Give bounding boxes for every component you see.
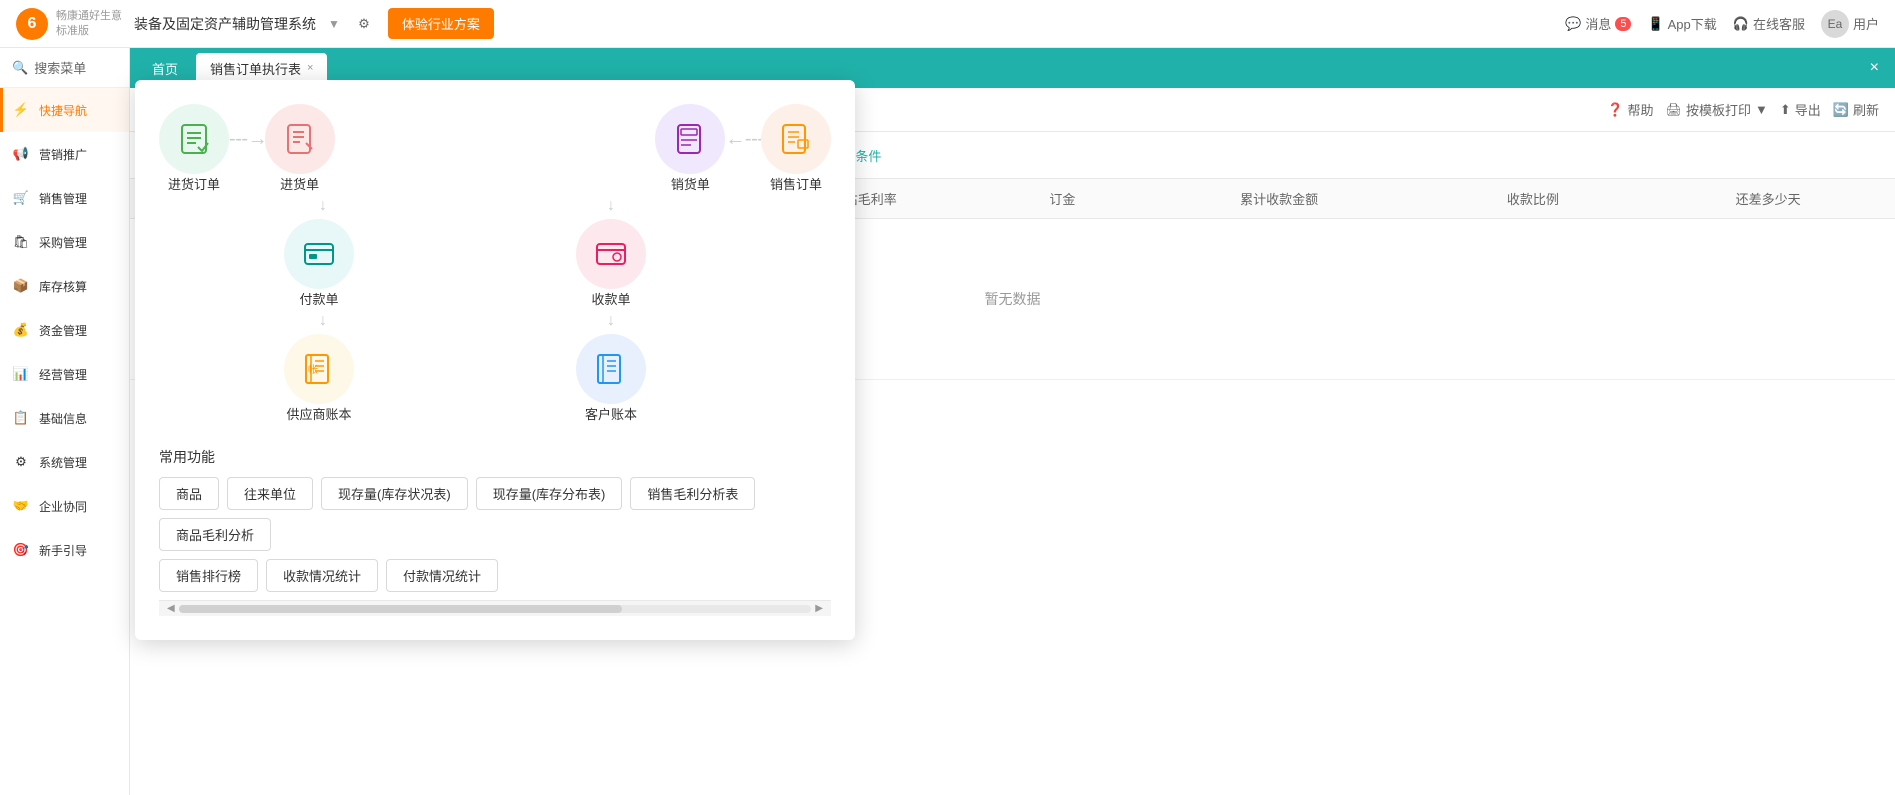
func-btn-sales-rank[interactable]: 销售排行榜 — [159, 559, 258, 592]
scroll-right-icon[interactable]: ▶ — [811, 603, 827, 614]
sales-order-label: 销售订单 — [770, 174, 822, 193]
supplier-ledger-label: 供应商账本 — [286, 404, 351, 423]
payment-circle[interactable] — [284, 219, 354, 289]
arrow2: ← - - - — [725, 104, 761, 151]
receipt-label: 收款单 — [591, 289, 630, 308]
func-btn-supplier[interactable]: 往来单位 — [227, 477, 313, 510]
flow-col-customer-ledger: 客户账本 — [571, 334, 651, 423]
flow-col-sales-order: 销售订单 — [761, 104, 831, 193]
scroll-left-icon[interactable]: ◀ — [163, 603, 179, 614]
supplier-ledger-circle[interactable]: 帐 — [284, 334, 354, 404]
down-arrow-payment: ↓ — [279, 312, 359, 330]
flow-col-receipt: 收款单 — [571, 219, 651, 308]
modal-overlay: 进货订单 - - - → 进货单 — [0, 0, 1895, 795]
sales-order-circle[interactable] — [761, 104, 831, 174]
purchase-order-label: 进货订单 — [168, 174, 220, 193]
sales-bill-circle[interactable] — [655, 104, 725, 174]
purchase-bill-label: 进货单 — [280, 174, 319, 193]
down-arrow-purchase: ↓ — [279, 197, 359, 215]
sales-bill-label: 销货单 — [671, 174, 710, 193]
down-arrow-sales: ↓ — [571, 197, 651, 215]
payment-label: 付款单 — [299, 289, 338, 308]
func-btn-product[interactable]: 商品 — [159, 477, 219, 510]
common-functions-title: 常用功能 — [159, 447, 831, 467]
svg-text:帐: 帐 — [308, 363, 318, 376]
flow-section: 进货订单 - - - → 进货单 — [159, 104, 831, 423]
arrow1: - - - → — [229, 104, 265, 151]
flow-col-purchase-bill: 进货单 — [265, 104, 335, 193]
purchase-order-circle[interactable] — [159, 104, 229, 174]
func-btn-product-gross[interactable]: 商品毛利分析 — [159, 518, 271, 551]
receipt-circle[interactable] — [576, 219, 646, 289]
flow-col-purchase-order: 进货订单 — [159, 104, 229, 193]
func-buttons-row1: 商品 往来单位 现存量(库存状况表) 现存量(库存分布表) 销售毛利分析表 商品… — [159, 477, 831, 551]
flow-col-supplier-ledger: 帐 供应商账本 — [279, 334, 359, 423]
func-btn-payment-stats[interactable]: 付款情况统计 — [386, 559, 498, 592]
scroll-track[interactable] — [179, 605, 812, 613]
purchase-bill-circle[interactable] — [265, 104, 335, 174]
func-btn-stock-status[interactable]: 现存量(库存状况表) — [321, 477, 468, 510]
func-btn-receipt-stats[interactable]: 收款情况统计 — [266, 559, 378, 592]
customer-ledger-circle[interactable] — [576, 334, 646, 404]
func-buttons-row2: 销售排行榜 收款情况统计 付款情况统计 — [159, 559, 831, 592]
customer-ledger-label: 客户账本 — [585, 404, 637, 423]
flow-col-sales-bill: 销货单 — [655, 104, 725, 193]
down-arrow-receipt: ↓ — [571, 312, 651, 330]
func-btn-stock-dist[interactable]: 现存量(库存分布表) — [476, 477, 623, 510]
func-btn-sales-gross[interactable]: 销售毛利分析表 — [630, 477, 755, 510]
scroll-indicator: ◀ ▶ — [159, 600, 831, 616]
scroll-thumb — [179, 605, 622, 613]
flow-col-payment: 付款单 — [279, 219, 359, 308]
common-functions: 常用功能 商品 往来单位 现存量(库存状况表) 现存量(库存分布表) 销售毛利分… — [159, 447, 831, 592]
flow-modal: 进货订单 - - - → 进货单 — [135, 80, 855, 640]
